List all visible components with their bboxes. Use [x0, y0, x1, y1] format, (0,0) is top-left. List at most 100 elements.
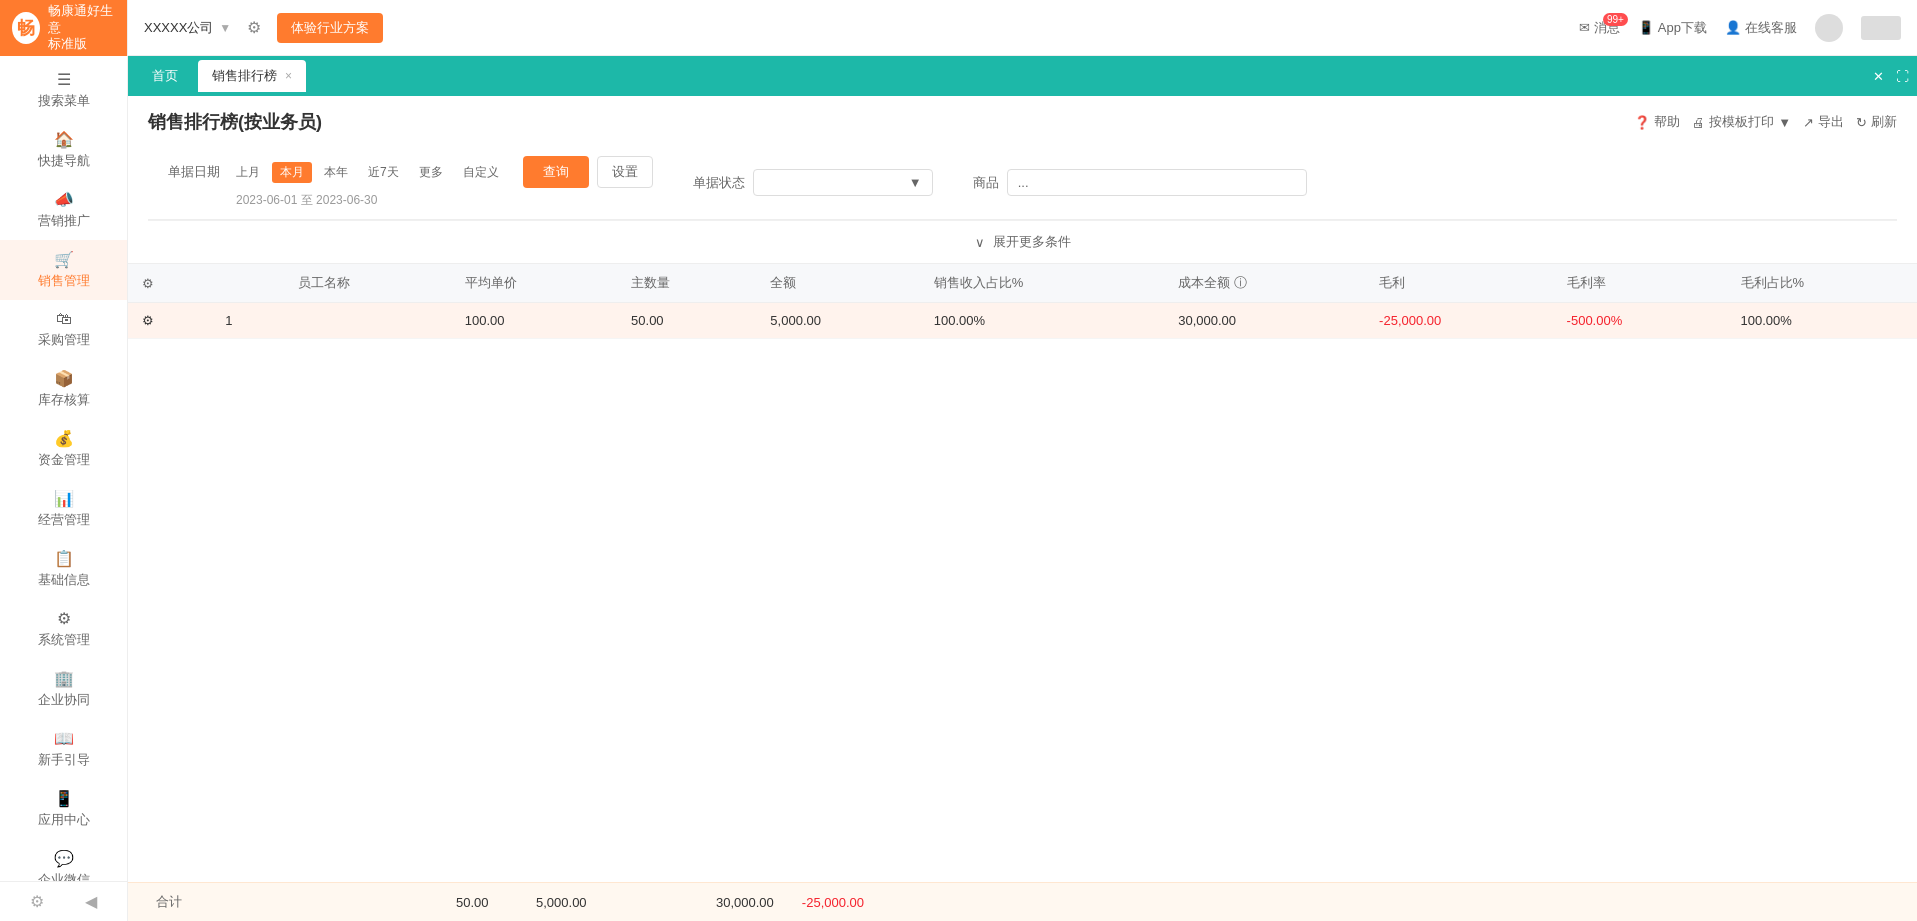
date-btn-本年[interactable]: 本年 [316, 162, 356, 183]
refresh-label: 刷新 [1871, 113, 1897, 131]
avatar[interactable] [1815, 14, 1843, 42]
page-title: 销售排行榜(按业务员) [148, 110, 322, 134]
sidebar-basic-icon: 📋 [54, 549, 74, 568]
goods-filter-label: 商品 [973, 174, 999, 192]
col-header-name: 员工名称 [284, 264, 450, 303]
sidebar-item-wechat[interactable]: 💬 企业微信 [0, 839, 127, 881]
header-gear-icon[interactable]: ⚙ [243, 14, 265, 41]
window-close-icon[interactable]: ✕ [1873, 69, 1884, 84]
settings-footer-icon[interactable]: ⚙ [30, 892, 44, 911]
sidebar-item-inventory[interactable]: 📦 库存核算 [0, 359, 127, 419]
date-btn-本月[interactable]: 本月 [272, 162, 312, 183]
sidebar-enterprise-label: 企业协同 [38, 691, 90, 709]
date-btn-近7天[interactable]: 近7天 [360, 162, 407, 183]
sidebar-item-enterprise[interactable]: 🏢 企业协同 [0, 659, 127, 719]
sidebar-item-finance[interactable]: 💰 资金管理 [0, 419, 127, 479]
sidebar-item-basic[interactable]: 📋 基础信息 [0, 539, 127, 599]
expand-icon: ∨ [975, 235, 985, 250]
cell-profit_rate: -500.00% [1553, 303, 1727, 339]
expand-label: 展开更多条件 [993, 233, 1071, 251]
sidebar-app-center-icon: 📱 [54, 789, 74, 808]
col-header-profit_rate: 毛利率 [1553, 264, 1727, 303]
more-filter-row: ∨ 展开更多条件 [148, 220, 1897, 263]
data-table: ⚙员工名称平均单价主数量全额销售收入占比%成本全额 ⓘ毛利毛利率毛利占比% ⚙1… [128, 264, 1917, 339]
sidebar-sales-icon: 🛒 [54, 250, 74, 269]
status-filter-group: 单据状态 ▼ [693, 169, 933, 196]
export-button[interactable]: ↗ 导出 [1803, 113, 1844, 131]
goods-ellipsis: ... [1018, 175, 1029, 190]
refresh-button[interactable]: ↻ 刷新 [1856, 113, 1897, 131]
sidebar-item-sales[interactable]: 🛒 销售管理 [0, 240, 127, 300]
message-button[interactable]: ✉ 消息 99+ [1579, 19, 1620, 37]
page-actions: ❓ 帮助 🖨 按模板打印 ▼ ↗ 导出 ↻ 刷新 [1634, 113, 1897, 131]
table-header-row: ⚙员工名称平均单价主数量全额销售收入占比%成本全额 ⓘ毛利毛利率毛利占比% [128, 264, 1917, 303]
message-icon: ✉ [1579, 20, 1590, 35]
sidebar-nav: ☰ 搜索菜单🏠 快捷导航📣 营销推广🛒 销售管理🛍 采购管理📦 库存核算💰 资金… [0, 56, 127, 881]
tab-home[interactable]: 首页 [136, 56, 194, 96]
goods-input[interactable]: ... [1007, 169, 1307, 196]
table-wrapper: ⚙员工名称平均单价主数量全额销售收入占比%成本全额 ⓘ毛利毛利率毛利占比% ⚙1… [128, 264, 1917, 882]
export-label: 导出 [1818, 113, 1844, 131]
col-header-sales_pct: 销售收入占比% [920, 264, 1164, 303]
col-header-settings: ⚙ [128, 264, 211, 303]
table-body: ⚙1100.0050.005,000.00100.00%30,000.00-25… [128, 303, 1917, 339]
cell-profit_pct: 100.00% [1727, 303, 1917, 339]
print-chevron-icon: ▼ [1778, 115, 1791, 130]
sidebar-finance-label: 资金管理 [38, 451, 90, 469]
sidebar-operation-label: 经营管理 [38, 511, 90, 529]
online-service-icon: 👤 [1725, 20, 1741, 35]
date-btn-上月[interactable]: 上月 [228, 162, 268, 183]
col-header-qty: 主数量 [617, 264, 756, 303]
query-button[interactable]: 查询 [523, 156, 589, 188]
date-filter-buttons: 上月本月本年近7天更多自定义 [228, 162, 507, 183]
app-download-label: App下载 [1658, 19, 1707, 37]
sidebar-item-purchase[interactable]: 🛍 采购管理 [0, 300, 127, 359]
sidebar-search-icon: ☰ [57, 70, 71, 89]
collapse-footer-icon[interactable]: ◀ [85, 892, 97, 911]
window-maximize-icon[interactable]: ⛶ [1896, 69, 1909, 84]
online-service-button[interactable]: 👤 在线客服 [1725, 19, 1797, 37]
status-chevron-icon: ▼ [909, 175, 922, 190]
company-selector[interactable]: XXXXX公司 ▼ [144, 19, 231, 37]
sidebar-app-center-label: 应用中心 [38, 811, 90, 829]
sidebar-finance-icon: 💰 [54, 429, 74, 448]
table-footer: 合计 50.00 5,000.00 30,000.00 -25,000.00 [128, 882, 1917, 921]
table-row: ⚙1100.0050.005,000.00100.00%30,000.00-25… [128, 303, 1917, 339]
sidebar-item-search[interactable]: ☰ 搜索菜单 [0, 60, 127, 120]
cell-amount: 5,000.00 [756, 303, 919, 339]
status-select[interactable]: ▼ [753, 169, 933, 196]
sidebar-item-marketing[interactable]: 📣 营销推广 [0, 180, 127, 240]
sidebar-logo: 畅 畅康通好生意 标准版 [0, 0, 127, 56]
date-range-text: 2023-06-01 至 2023-06-30 [236, 193, 377, 207]
sidebar: 畅 畅康通好生意 标准版 ☰ 搜索菜单🏠 快捷导航📣 营销推广🛒 销售管理🛍 采… [0, 0, 128, 921]
sidebar-item-system[interactable]: ⚙ 系统管理 [0, 599, 127, 659]
expand-filter-button[interactable]: ∨ 展开更多条件 [148, 227, 1897, 257]
company-name: XXXXX公司 [144, 19, 213, 37]
sidebar-item-app-center[interactable]: 📱 应用中心 [0, 779, 127, 839]
print-button[interactable]: 🖨 按模板打印 ▼ [1692, 113, 1791, 131]
cell-settings[interactable]: ⚙ [128, 303, 211, 339]
settings-button[interactable]: 设置 [597, 156, 653, 188]
col-header-amount: 全额 [756, 264, 919, 303]
sidebar-search-label: 搜索菜单 [38, 92, 90, 110]
sidebar-item-operation[interactable]: 📊 经营管理 [0, 479, 127, 539]
tab-sales-ranking[interactable]: 销售排行榜 × [198, 60, 306, 92]
cell-name [284, 303, 450, 339]
sidebar-marketing-icon: 📣 [54, 190, 74, 209]
sidebar-item-guide[interactable]: 📖 新手引导 [0, 719, 127, 779]
sidebar-system-label: 系统管理 [38, 631, 90, 649]
date-filter-label: 单据日期 [168, 163, 220, 181]
page-header: 销售排行榜(按业务员) ❓ 帮助 🖨 按模板打印 ▼ ↗ 导出 [128, 96, 1917, 264]
trial-button[interactable]: 体验行业方案 [277, 13, 383, 43]
print-label: 按模板打印 [1709, 113, 1774, 131]
help-button[interactable]: ❓ 帮助 [1634, 113, 1680, 131]
app-download-button[interactable]: 📱 App下载 [1638, 19, 1707, 37]
footer-amount-value: 5,000.00 [522, 895, 602, 910]
tab-close-icon[interactable]: × [285, 69, 292, 83]
sidebar-footer: ⚙ ◀ [0, 881, 127, 921]
date-btn-更多[interactable]: 更多 [411, 162, 451, 183]
footer-qty-value: 50.00 [442, 895, 522, 910]
col-header-cost: 成本全额 ⓘ [1164, 264, 1365, 303]
sidebar-item-quick-nav[interactable]: 🏠 快捷导航 [0, 120, 127, 180]
date-btn-自定义[interactable]: 自定义 [455, 162, 507, 183]
